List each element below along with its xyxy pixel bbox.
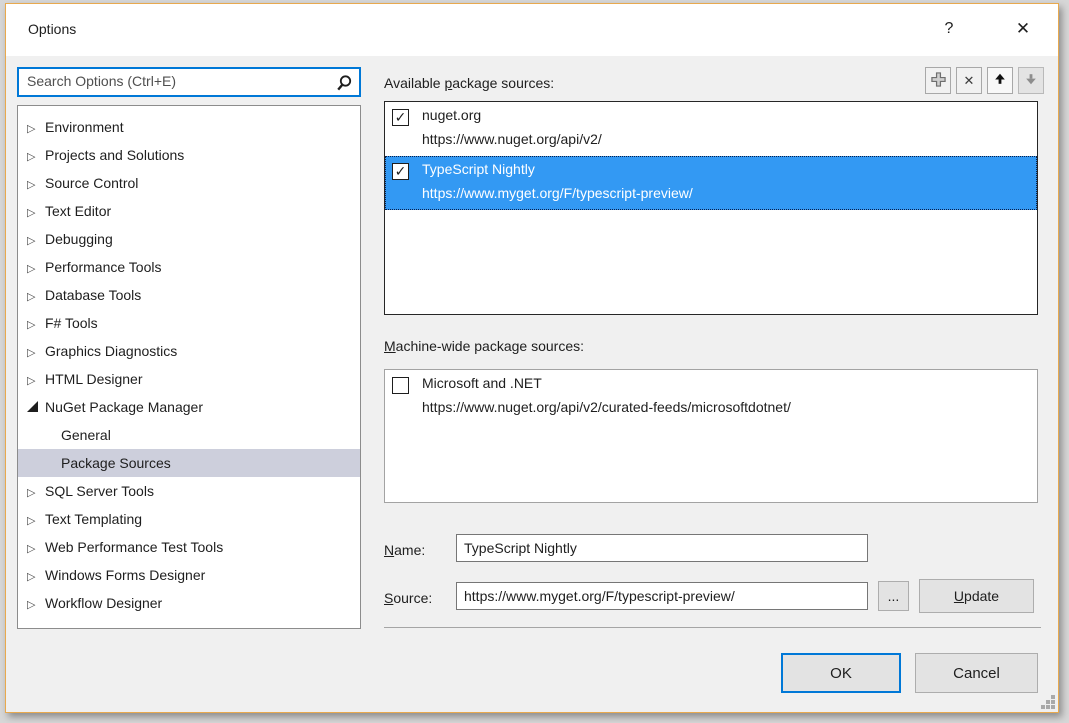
expander-collapsed-icon[interactable]: ▷: [27, 367, 45, 395]
sidebar-item-graphics-diagnostics[interactable]: ▷Graphics Diagnostics: [18, 337, 360, 365]
cancel-button-label: Cancel: [953, 665, 1000, 682]
available-sources-label: Available package sources:: [384, 75, 554, 91]
sidebar-item-environment[interactable]: ▷Environment: [18, 113, 360, 141]
sidebar-item-web-performance-test-tools[interactable]: ▷Web Performance Test Tools: [18, 533, 360, 561]
expander-collapsed-icon[interactable]: ▷: [27, 311, 45, 339]
sidebar-item-debugging[interactable]: ▷Debugging: [18, 225, 360, 253]
close-icon: ✕: [1016, 19, 1030, 38]
expander-collapsed-icon[interactable]: ▷: [27, 143, 45, 171]
x-icon: ✕: [964, 73, 975, 89]
source-url: https://www.nuget.org/api/v2/curated-fee…: [422, 399, 791, 415]
expander-collapsed-icon[interactable]: ▷: [27, 535, 45, 563]
sidebar-item-workflow-designer[interactable]: ▷Workflow Designer: [18, 589, 360, 617]
sidebar-item-sql-server-tools[interactable]: ▷SQL Server Tools: [18, 477, 360, 505]
checkbox[interactable]: ✓: [392, 109, 409, 126]
close-button[interactable]: ✕: [1006, 12, 1040, 46]
titlebar[interactable]: Options ? ✕: [6, 4, 1058, 56]
machine-wide-sources-list: Microsoft and .NET https://www.nuget.org…: [384, 369, 1038, 503]
ok-button-label: OK: [830, 665, 852, 682]
expander-collapsed-icon[interactable]: ▷: [27, 507, 45, 535]
expander-collapsed-icon[interactable]: ▷: [27, 227, 45, 255]
sidebar-item-windows-forms-designer[interactable]: ▷Windows Forms Designer: [18, 561, 360, 589]
separator: [384, 627, 1041, 628]
ellipsis-icon: ...: [888, 588, 900, 604]
sidebar-item-text-templating[interactable]: ▷Text Templating: [18, 505, 360, 533]
source-name: TypeScript Nightly: [422, 161, 535, 177]
checkbox[interactable]: [392, 377, 409, 394]
ok-button[interactable]: OK: [781, 653, 901, 693]
options-tree: ▷Environment ▷Projects and Solutions ▷So…: [17, 105, 361, 629]
sidebar-item-performance-tools[interactable]: ▷Performance Tools: [18, 253, 360, 281]
help-button[interactable]: ?: [932, 12, 966, 46]
expander-collapsed-icon[interactable]: ▷: [27, 563, 45, 591]
expander-expanded-icon[interactable]: [27, 395, 45, 423]
check-icon: ✓: [395, 163, 407, 179]
available-sources-list: ✓ nuget.org https://www.nuget.org/api/v2…: [384, 101, 1038, 315]
remove-source-button[interactable]: ✕: [956, 67, 982, 94]
move-up-button[interactable]: [987, 67, 1013, 94]
sidebar-item-database-tools[interactable]: ▷Database Tools: [18, 281, 360, 309]
source-row-nuget-org[interactable]: ✓ nuget.org https://www.nuget.org/api/v2…: [385, 102, 1037, 156]
browse-button[interactable]: ...: [878, 581, 909, 611]
sidebar-item-fsharp-tools[interactable]: ▷F# Tools: [18, 309, 360, 337]
options-dialog: Options ? ✕ Search Options (Ctrl+E) ▷Env…: [5, 3, 1059, 713]
sidebar-item-general[interactable]: General: [18, 421, 360, 449]
help-icon: ?: [945, 20, 954, 37]
search-icon: [335, 74, 353, 98]
sidebar-item-projects-and-solutions[interactable]: ▷Projects and Solutions: [18, 141, 360, 169]
arrow-down-icon: [1024, 72, 1038, 89]
source-row-microsoft-dotnet[interactable]: Microsoft and .NET https://www.nuget.org…: [385, 370, 1037, 424]
name-label: Name:: [384, 542, 425, 558]
source-list-toolbar: ✕: [914, 67, 1044, 94]
plus-icon: [930, 71, 947, 91]
expander-collapsed-icon[interactable]: ▷: [27, 339, 45, 367]
expander-collapsed-icon[interactable]: ▷: [27, 171, 45, 199]
sidebar-item-text-editor[interactable]: ▷Text Editor: [18, 197, 360, 225]
window-title: Options: [28, 21, 76, 37]
source-label: Source:: [384, 590, 432, 606]
source-url: https://www.nuget.org/api/v2/: [422, 131, 602, 147]
expander-collapsed-icon[interactable]: ▷: [27, 255, 45, 283]
source-url: https://www.myget.org/F/typescript-previ…: [422, 185, 693, 201]
search-input[interactable]: Search Options (Ctrl+E): [17, 67, 361, 97]
source-row-typescript-nightly[interactable]: ✓ TypeScript Nightly https://www.myget.o…: [385, 156, 1037, 210]
sidebar-item-nuget-package-manager[interactable]: NuGet Package Manager: [18, 393, 360, 421]
source-name: nuget.org: [422, 107, 481, 123]
source-field[interactable]: https://www.myget.org/F/typescript-previ…: [456, 582, 868, 610]
search-placeholder: Search Options (Ctrl+E): [27, 73, 176, 89]
source-name: Microsoft and .NET: [422, 375, 542, 391]
expander-collapsed-icon[interactable]: ▷: [27, 479, 45, 507]
arrow-up-icon: [993, 72, 1007, 89]
cancel-button[interactable]: Cancel: [915, 653, 1038, 693]
update-button-label: Update: [954, 588, 999, 604]
add-source-button[interactable]: [925, 67, 951, 94]
expander-collapsed-icon[interactable]: ▷: [27, 199, 45, 227]
sidebar-item-package-sources[interactable]: Package Sources: [18, 449, 360, 477]
move-down-button[interactable]: [1018, 67, 1044, 94]
checkbox[interactable]: ✓: [392, 163, 409, 180]
name-field[interactable]: TypeScript Nightly: [456, 534, 868, 562]
machine-wide-sources-label: Machine-wide package sources:: [384, 338, 584, 354]
sidebar-item-source-control[interactable]: ▷Source Control: [18, 169, 360, 197]
sidebar-item-html-designer[interactable]: ▷HTML Designer: [18, 365, 360, 393]
update-button[interactable]: Update: [919, 579, 1034, 613]
expander-collapsed-icon[interactable]: ▷: [27, 591, 45, 619]
resize-grip[interactable]: [1040, 695, 1055, 710]
check-icon: ✓: [395, 109, 407, 125]
expander-collapsed-icon[interactable]: ▷: [27, 115, 45, 143]
expander-collapsed-icon[interactable]: ▷: [27, 283, 45, 311]
